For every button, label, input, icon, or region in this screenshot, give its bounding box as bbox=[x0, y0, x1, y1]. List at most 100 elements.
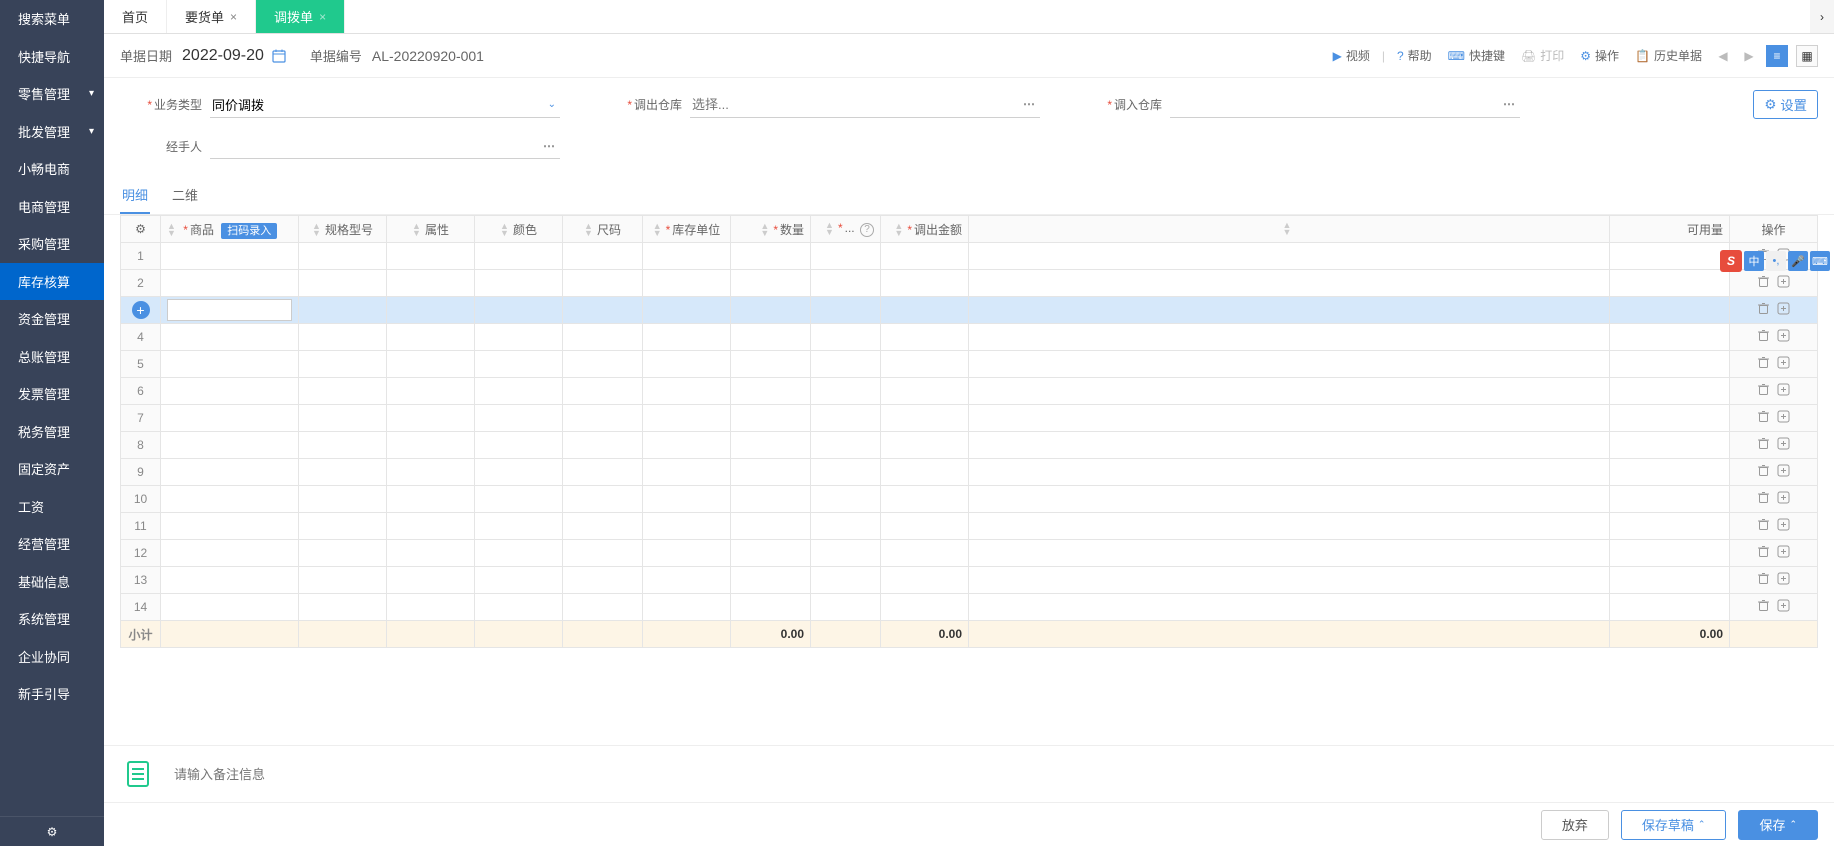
history-button[interactable]: 📋历史单据 bbox=[1631, 45, 1706, 66]
product-input[interactable] bbox=[167, 299, 292, 321]
close-icon[interactable]: × bbox=[230, 10, 237, 24]
copy-row-icon[interactable] bbox=[1777, 572, 1791, 586]
sidebar-item-12[interactable]: 固定资产 bbox=[0, 450, 104, 488]
save-button[interactable]: 保存⌃ bbox=[1738, 810, 1818, 840]
col-attr-header[interactable]: ▲▼属性 bbox=[387, 216, 475, 243]
delete-row-icon[interactable] bbox=[1757, 545, 1771, 559]
table-row[interactable]: 2 bbox=[121, 270, 1818, 297]
table-row[interactable]: 10 bbox=[121, 486, 1818, 513]
copy-row-icon[interactable] bbox=[1777, 491, 1791, 505]
sogou-ime-icon[interactable]: S bbox=[1720, 250, 1742, 272]
col-product-header[interactable]: ▲▼ *商品 扫码录入 bbox=[161, 216, 299, 243]
view-list-button[interactable]: ≡ bbox=[1766, 45, 1788, 67]
delete-row-icon[interactable] bbox=[1757, 383, 1771, 397]
copy-row-icon[interactable] bbox=[1777, 545, 1791, 559]
sidebar-item-15[interactable]: 基础信息 bbox=[0, 563, 104, 601]
table-row[interactable]: 6 bbox=[121, 378, 1818, 405]
col-unit-header[interactable]: ▲▼*库存单位 bbox=[643, 216, 731, 243]
sidebar-item-11[interactable]: 税务管理 bbox=[0, 413, 104, 451]
col-color-header[interactable]: ▲▼颜色 bbox=[475, 216, 563, 243]
tab-matrix[interactable]: 二维 bbox=[170, 177, 200, 214]
sidebar-settings[interactable]: ⚙ bbox=[0, 816, 104, 846]
table-row[interactable]: 11 bbox=[121, 513, 1818, 540]
tab-2[interactable]: 调拨单× bbox=[256, 0, 345, 33]
shortcut-button[interactable]: ⌨快捷键 bbox=[1444, 45, 1509, 66]
col-qty-header[interactable]: ▲▼*数量 bbox=[731, 216, 811, 243]
copy-row-icon[interactable] bbox=[1777, 518, 1791, 532]
remarks-input[interactable] bbox=[174, 767, 1818, 782]
discard-button[interactable]: 放弃 bbox=[1541, 810, 1609, 840]
ime-toolbar[interactable]: S 中 •, 🎤 ⌨ bbox=[1720, 250, 1830, 272]
table-row[interactable]: + bbox=[121, 297, 1818, 324]
delete-row-icon[interactable] bbox=[1757, 572, 1771, 586]
sidebar-item-7[interactable]: 库存核算 bbox=[0, 263, 104, 301]
copy-row-icon[interactable] bbox=[1777, 275, 1791, 289]
ellipsis-icon[interactable]: ⋯ bbox=[1503, 97, 1516, 111]
table-row[interactable]: 1 bbox=[121, 243, 1818, 270]
copy-row-icon[interactable] bbox=[1777, 383, 1791, 397]
table-row[interactable]: 8 bbox=[121, 432, 1818, 459]
sidebar-item-14[interactable]: 经营管理 bbox=[0, 525, 104, 563]
biz-type-select[interactable]: ⌄ bbox=[210, 92, 560, 118]
delete-row-icon[interactable] bbox=[1757, 329, 1771, 343]
table-row[interactable]: 4 bbox=[121, 324, 1818, 351]
save-draft-button[interactable]: 保存草稿⌃ bbox=[1621, 810, 1727, 840]
ime-lang-button[interactable]: 中 bbox=[1744, 251, 1764, 271]
sidebar-item-8[interactable]: 资金管理 bbox=[0, 300, 104, 338]
copy-row-icon[interactable] bbox=[1777, 464, 1791, 478]
sidebar-item-3[interactable]: 批发管理▾ bbox=[0, 113, 104, 151]
in-warehouse-select[interactable]: ⋯ bbox=[1170, 92, 1520, 118]
delete-row-icon[interactable] bbox=[1757, 599, 1771, 613]
copy-row-icon[interactable] bbox=[1777, 356, 1791, 370]
table-row[interactable]: 12 bbox=[121, 540, 1818, 567]
ime-punct-button[interactable]: •, bbox=[1766, 251, 1786, 271]
col-price-header[interactable]: ▲▼*... ? bbox=[811, 216, 881, 243]
info-icon[interactable]: ? bbox=[860, 223, 874, 237]
tab-1[interactable]: 要货单× bbox=[167, 0, 256, 33]
col-settings-header[interactable]: ⚙ bbox=[121, 216, 161, 243]
sidebar-item-5[interactable]: 电商管理 bbox=[0, 188, 104, 226]
view-grid-button[interactable]: ▦ bbox=[1796, 45, 1818, 67]
sidebar-item-13[interactable]: 工资 bbox=[0, 488, 104, 526]
settings-button[interactable]: ⚙ 设置 bbox=[1753, 90, 1818, 119]
tab-detail[interactable]: 明细 bbox=[120, 177, 150, 214]
copy-row-icon[interactable] bbox=[1777, 410, 1791, 424]
delete-row-icon[interactable] bbox=[1757, 464, 1771, 478]
tabs-scroll-right[interactable]: › bbox=[1810, 0, 1834, 33]
sort-icon[interactable]: ▲▼ bbox=[167, 223, 176, 237]
delete-row-icon[interactable] bbox=[1757, 410, 1771, 424]
scan-input-button[interactable]: 扫码录入 bbox=[221, 223, 277, 239]
table-row[interactable]: 13 bbox=[121, 567, 1818, 594]
sidebar-item-18[interactable]: 新手引导 bbox=[0, 675, 104, 713]
operate-button[interactable]: ⚙操作 bbox=[1576, 45, 1623, 66]
delete-row-icon[interactable] bbox=[1757, 437, 1771, 451]
copy-row-icon[interactable] bbox=[1777, 302, 1791, 316]
delete-row-icon[interactable] bbox=[1757, 356, 1771, 370]
close-icon[interactable]: × bbox=[319, 10, 326, 24]
delete-row-icon[interactable] bbox=[1757, 491, 1771, 505]
calendar-icon[interactable] bbox=[272, 49, 286, 63]
sidebar-item-1[interactable]: 快捷导航 bbox=[0, 38, 104, 76]
sidebar-item-0[interactable]: 搜索菜单 bbox=[0, 0, 104, 38]
copy-row-icon[interactable] bbox=[1777, 437, 1791, 451]
table-row[interactable]: 7 bbox=[121, 405, 1818, 432]
handler-select[interactable]: ⋯ bbox=[210, 133, 560, 159]
copy-row-icon[interactable] bbox=[1777, 329, 1791, 343]
delete-row-icon[interactable] bbox=[1757, 275, 1771, 289]
sidebar-item-2[interactable]: 零售管理▾ bbox=[0, 75, 104, 113]
sidebar-item-4[interactable]: 小畅电商 bbox=[0, 150, 104, 188]
col-spec-header[interactable]: ▲▼规格型号 bbox=[299, 216, 387, 243]
date-value[interactable]: 2022-09-20 bbox=[182, 47, 264, 65]
ime-mic-button[interactable]: 🎤 bbox=[1788, 251, 1808, 271]
sidebar-item-6[interactable]: 采购管理 bbox=[0, 225, 104, 263]
ellipsis-icon[interactable]: ⋯ bbox=[1023, 97, 1036, 111]
prev-doc-button[interactable]: ◀ bbox=[1714, 47, 1732, 65]
copy-row-icon[interactable] bbox=[1777, 599, 1791, 613]
col-avail-header[interactable]: 可用量 bbox=[1610, 216, 1730, 243]
table-row[interactable]: 9 bbox=[121, 459, 1818, 486]
table-row[interactable]: 5 bbox=[121, 351, 1818, 378]
delete-row-icon[interactable] bbox=[1757, 302, 1771, 316]
ime-keyboard-button[interactable]: ⌨ bbox=[1810, 251, 1830, 271]
sidebar-item-10[interactable]: 发票管理 bbox=[0, 375, 104, 413]
next-doc-button[interactable]: ▶ bbox=[1740, 47, 1758, 65]
